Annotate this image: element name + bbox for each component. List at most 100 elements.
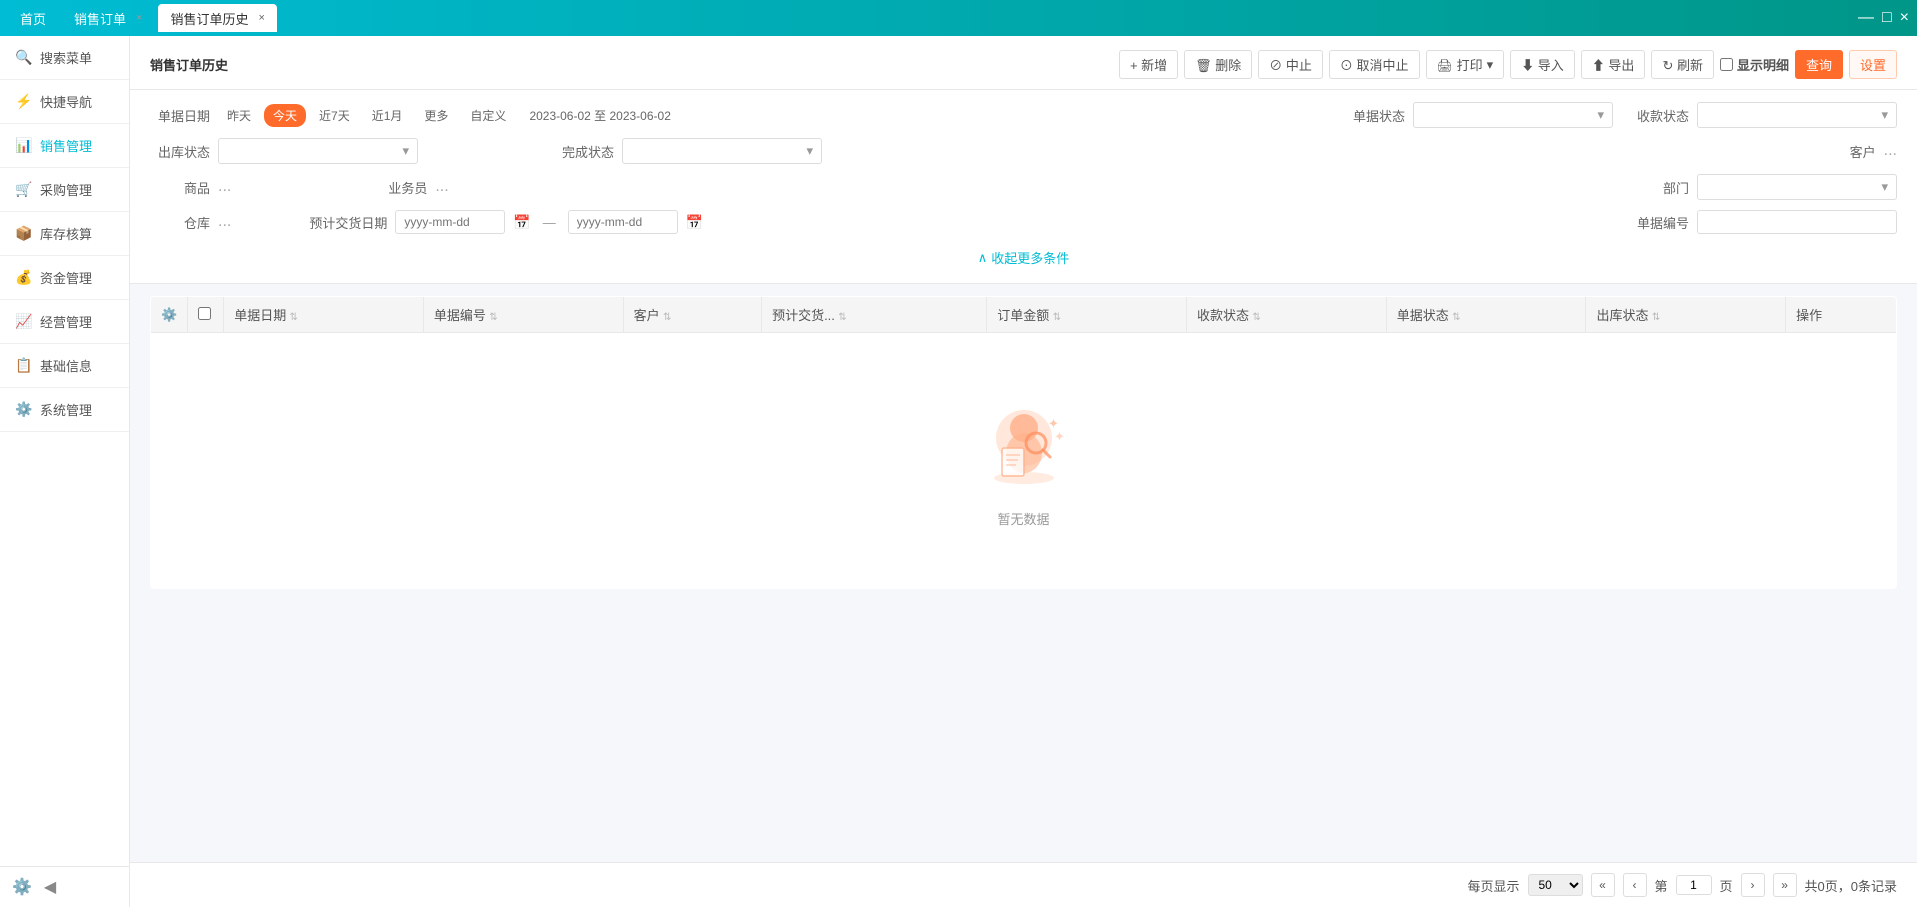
collapse-label: 收起更多条件	[991, 248, 1069, 267]
table-area: ⚙️ 单据日期 ⇅ 单据编号 ⇅	[130, 284, 1917, 862]
outstock-status-chevron: ▾	[402, 143, 409, 159]
sidebar-item-search[interactable]: 🔍 搜索菜单	[0, 36, 129, 80]
page-size-select[interactable]: 50 20 100 200	[1528, 874, 1583, 896]
page-number-input[interactable]	[1676, 875, 1712, 895]
th-receipt-status[interactable]: 收款状态 ⇅	[1187, 297, 1387, 333]
sort-doc-status-icon: ⇅	[1452, 312, 1460, 323]
system-icon: ⚙️	[16, 402, 32, 418]
window-close-btn[interactable]: ×	[1900, 9, 1909, 27]
doc-date-label: 单据日期	[150, 106, 210, 125]
date-range-value: 2023-06-02 至 2023-06-02	[529, 107, 670, 124]
filter-row-2: 出库状态 ▾ 完成状态 ▾ 客户 ...	[150, 138, 1897, 164]
th-outstock-status[interactable]: 出库状态 ⇅	[1586, 297, 1786, 333]
customer-selector[interactable]: ...	[1884, 142, 1897, 160]
svg-text:✦: ✦	[1054, 429, 1065, 444]
tab-home[interactable]: 首页	[8, 4, 58, 32]
query-button[interactable]: 查询	[1795, 50, 1843, 79]
new-button[interactable]: + 新增	[1119, 50, 1178, 79]
data-table: ⚙️ 单据日期 ⇅ 单据编号 ⇅	[150, 296, 1897, 589]
receipt-status-select[interactable]: ▾	[1697, 102, 1897, 128]
sort-receipt-status-icon: ⇅	[1252, 312, 1260, 323]
date-range-tags: 昨天 今天 近7天 近1月 更多 自定义	[218, 104, 515, 127]
calendar-to-icon[interactable]: 📅	[686, 214, 703, 231]
th-checkbox[interactable]	[188, 297, 224, 333]
date-tag-today[interactable]: 今天	[264, 104, 306, 127]
th-expected-date[interactable]: 预计交货... ⇅	[762, 297, 987, 333]
dept-select[interactable]: ▾	[1697, 174, 1897, 200]
content-area: 销售订单历史 + 新增 🗑 删除 ⊘ 中止 ⊙ 取消中止 🖨 打印 ▾	[130, 36, 1917, 907]
table-header: ⚙️ 单据日期 ⇅ 单据编号 ⇅	[151, 297, 1897, 333]
operations-icon: 📈	[16, 314, 32, 330]
warehouse-selector[interactable]: ...	[218, 213, 231, 231]
prev-page-button[interactable]: ‹	[1623, 873, 1647, 897]
print-button[interactable]: 🖨 打印 ▾	[1426, 50, 1505, 79]
th-customer[interactable]: 客户 ⇅	[623, 297, 761, 333]
sidebar-item-inventory[interactable]: 📦 库存核算	[0, 212, 129, 256]
filter-dept: 部门 ▾	[1629, 174, 1897, 200]
date-tag-7days[interactable]: 近7天	[310, 104, 359, 127]
doc-status-select[interactable]: ▾	[1413, 102, 1613, 128]
doc-number-input[interactable]	[1697, 210, 1897, 234]
th-doc-date[interactable]: 单据日期 ⇅	[224, 297, 424, 333]
expected-date-from[interactable]	[395, 210, 505, 234]
th-settings[interactable]: ⚙️	[151, 297, 188, 333]
table-footer: 每页显示 50 20 100 200 « ‹ 第 页 › » 共0页，0条记录	[130, 862, 1917, 907]
table-body: ✦ ✦ 暂无数据	[151, 333, 1897, 589]
th-doc-number[interactable]: 单据编号 ⇅	[423, 297, 623, 333]
delete-button[interactable]: 🗑 删除	[1184, 50, 1252, 79]
sidebar-bottom: ⚙️ ◀	[0, 866, 129, 907]
salesperson-label: 业务员	[367, 178, 427, 197]
refresh-button[interactable]: ↻ 刷新	[1651, 50, 1714, 79]
sidebar-item-basic-info[interactable]: 📋 基础信息	[0, 344, 129, 388]
th-order-amount[interactable]: 订单金额 ⇅	[987, 297, 1187, 333]
first-page-button[interactable]: «	[1591, 873, 1615, 897]
sidebar-item-system[interactable]: ⚙️ 系统管理	[0, 388, 129, 432]
stop-button[interactable]: ⊘ 中止	[1258, 50, 1323, 79]
collapse-row[interactable]: ∧ 收起更多条件	[150, 244, 1897, 271]
sidebar-item-operations[interactable]: 📈 经营管理	[0, 300, 129, 344]
th-doc-status[interactable]: 单据状态 ⇅	[1386, 297, 1586, 333]
filter-expected-date: 预计交货日期 📅 — 📅	[307, 210, 703, 234]
outstock-status-select[interactable]: ▾	[218, 138, 418, 164]
date-tag-custom[interactable]: 自定义	[461, 104, 515, 127]
show-detail-checkbox[interactable]	[1720, 58, 1733, 71]
empty-state-cell: ✦ ✦ 暂无数据	[151, 333, 1897, 589]
sidebar-settings-icon[interactable]: ⚙️	[12, 877, 32, 897]
expected-date-to[interactable]	[568, 210, 678, 234]
sort-outstock-status-icon: ⇅	[1652, 312, 1660, 323]
outstock-status-label: 出库状态	[150, 142, 210, 161]
date-tag-yesterday[interactable]: 昨天	[218, 104, 260, 127]
quicknav-icon: ⚡	[16, 94, 32, 110]
tab-sales-order-history[interactable]: 销售订单历史 ×	[158, 4, 276, 32]
date-tag-more[interactable]: 更多	[415, 104, 457, 127]
last-page-button[interactable]: »	[1773, 873, 1797, 897]
complete-status-select[interactable]: ▾	[622, 138, 822, 164]
sidebar-item-finance[interactable]: 💰 资金管理	[0, 256, 129, 300]
filter-warehouse: 仓库 ...	[150, 213, 231, 232]
select-all-checkbox[interactable]	[198, 307, 211, 320]
sidebar-item-sales[interactable]: 📊 销售管理	[0, 124, 129, 168]
sidebar-collapse-icon[interactable]: ◀	[44, 877, 56, 897]
sidebar-item-purchase[interactable]: 🛒 采购管理	[0, 168, 129, 212]
settings-button[interactable]: 设置	[1849, 50, 1897, 79]
date-tag-1month[interactable]: 近1月	[363, 104, 412, 127]
calendar-from-icon[interactable]: 📅	[513, 214, 530, 231]
export-button[interactable]: ⬆ 导出	[1581, 50, 1646, 79]
warehouse-label: 仓库	[150, 213, 210, 232]
doc-status-label: 单据状态	[1345, 106, 1405, 125]
close-sales-order-tab[interactable]: ×	[136, 12, 142, 24]
page-title: 销售订单历史	[150, 55, 228, 74]
next-page-button[interactable]: ›	[1741, 873, 1765, 897]
close-history-tab[interactable]: ×	[258, 12, 264, 24]
cancel-stop-button[interactable]: ⊙ 取消中止	[1329, 50, 1420, 79]
minimize-btn[interactable]: —	[1858, 9, 1874, 27]
goods-selector[interactable]: ...	[218, 178, 231, 196]
filter-complete-status: 完成状态 ▾	[554, 138, 822, 164]
sidebar-item-quicknav[interactable]: ⚡ 快捷导航	[0, 80, 129, 124]
table-settings-icon[interactable]: ⚙️	[161, 307, 177, 322]
salesperson-selector[interactable]: ...	[435, 178, 448, 196]
import-button[interactable]: ⬇ 导入	[1510, 50, 1575, 79]
filter-row-3: 商品 ... 业务员 ... 部门 ▾	[150, 174, 1897, 200]
tab-sales-order[interactable]: 销售订单 ×	[62, 4, 154, 32]
maximize-btn[interactable]: □	[1882, 9, 1892, 27]
